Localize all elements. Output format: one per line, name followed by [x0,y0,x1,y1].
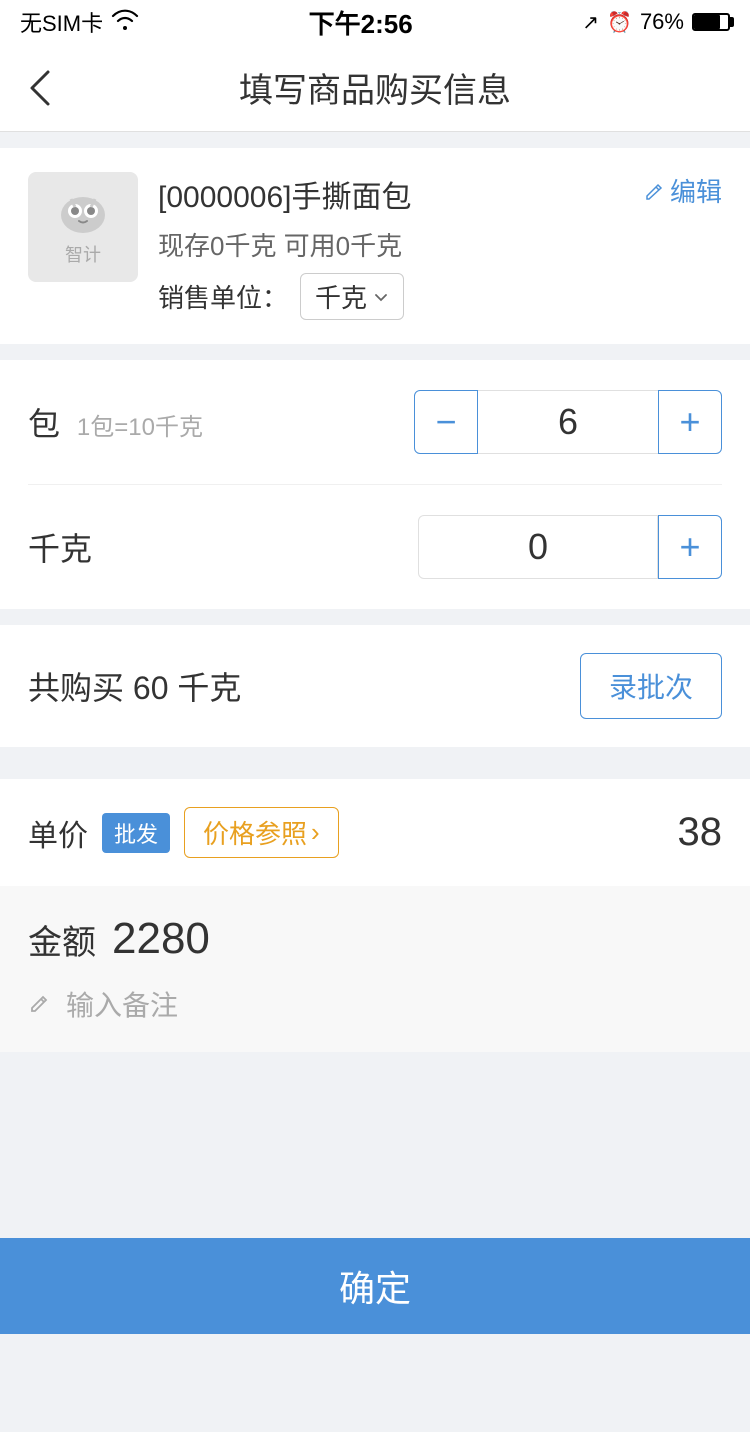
summary-text: 共购买 60 千克 [28,663,241,709]
alarm-icon: ⏰ [607,10,632,35]
carrier-label: 无SIM卡 [20,6,103,38]
unit-selector[interactable]: 千克 [300,273,404,320]
amount-label: 金额 [28,915,96,964]
page-title: 填写商品购买信息 [239,63,511,112]
pack-increment-button[interactable]: + [658,390,722,454]
section-divider-3 [0,747,750,763]
status-bar-left: 无SIM卡 [20,6,139,38]
price-ref-button[interactable]: 价格参照 › [184,807,339,858]
pack-label: 包 1包=10千克 [28,399,414,445]
amount-row: 金额 2280 [28,914,722,964]
battery-icon [692,13,730,31]
product-image: 智计 [28,172,138,282]
edit-button[interactable]: 编辑 [644,172,722,209]
wifi-icon [111,8,139,36]
kg-input-row: 千克 + [28,485,722,609]
unit-label: 销售单位： [158,278,288,315]
price-section: 单价 批发 价格参照 › 38 [0,779,750,886]
pack-input[interactable] [478,390,658,454]
product-info: [0000006]手撕面包 编辑 现存0千克 可用0千克 销售单位： 千克 [158,172,722,320]
amount-value: 2280 [112,914,210,964]
pack-stepper: − + [414,390,722,454]
product-image-placeholder: 智计 [53,187,113,267]
nav-bar: 填写商品购买信息 [0,44,750,132]
status-bar-right: ↗ ⏰ 76% [582,9,730,35]
product-title: [0000006]手撕面包 [158,172,644,216]
price-label: 单价 [28,811,88,855]
status-bar-time: 下午2:56 [309,4,413,41]
section-divider-2 [0,609,750,625]
price-value: 38 [678,810,723,855]
product-card: 智计 [0000006]手撕面包 编辑 现存0千克 可用0千克 销售单位： 千克 [0,148,750,344]
back-button[interactable] [28,68,88,108]
status-bar: 无SIM卡 下午2:56 ↗ ⏰ 76% [0,0,750,44]
confirm-button[interactable]: 确定 [0,1238,750,1334]
kg-label: 千克 [28,524,418,570]
price-tag-batch: 批发 [102,813,170,853]
remark-row[interactable]: 输入备注 [28,984,722,1024]
pack-input-row: 包 1包=10千克 − + [28,360,722,485]
kg-increment-button[interactable]: + [658,515,722,579]
product-stock: 现存0千克 可用0千克 [158,226,722,263]
summary-section: 共购买 60 千克 录批次 [0,625,750,747]
edit-remark-icon [28,987,56,1022]
price-ref-arrow: › [311,817,320,848]
product-unit-row: 销售单位： 千克 [158,273,722,320]
pack-decrement-button[interactable]: − [414,390,478,454]
input-section: 包 1包=10千克 − + 千克 + [0,360,750,609]
remark-placeholder: 输入备注 [66,984,178,1024]
pack-sublabel: 1包=10千克 [77,414,203,441]
amount-section: 金额 2280 输入备注 [0,886,750,1052]
record-batch-button[interactable]: 录批次 [580,653,722,719]
section-divider-1 [0,344,750,360]
location-icon: ↗ [582,10,599,35]
battery-percent: 76% [640,9,684,35]
kg-stepper: + [418,515,722,579]
kg-input[interactable] [418,515,658,579]
